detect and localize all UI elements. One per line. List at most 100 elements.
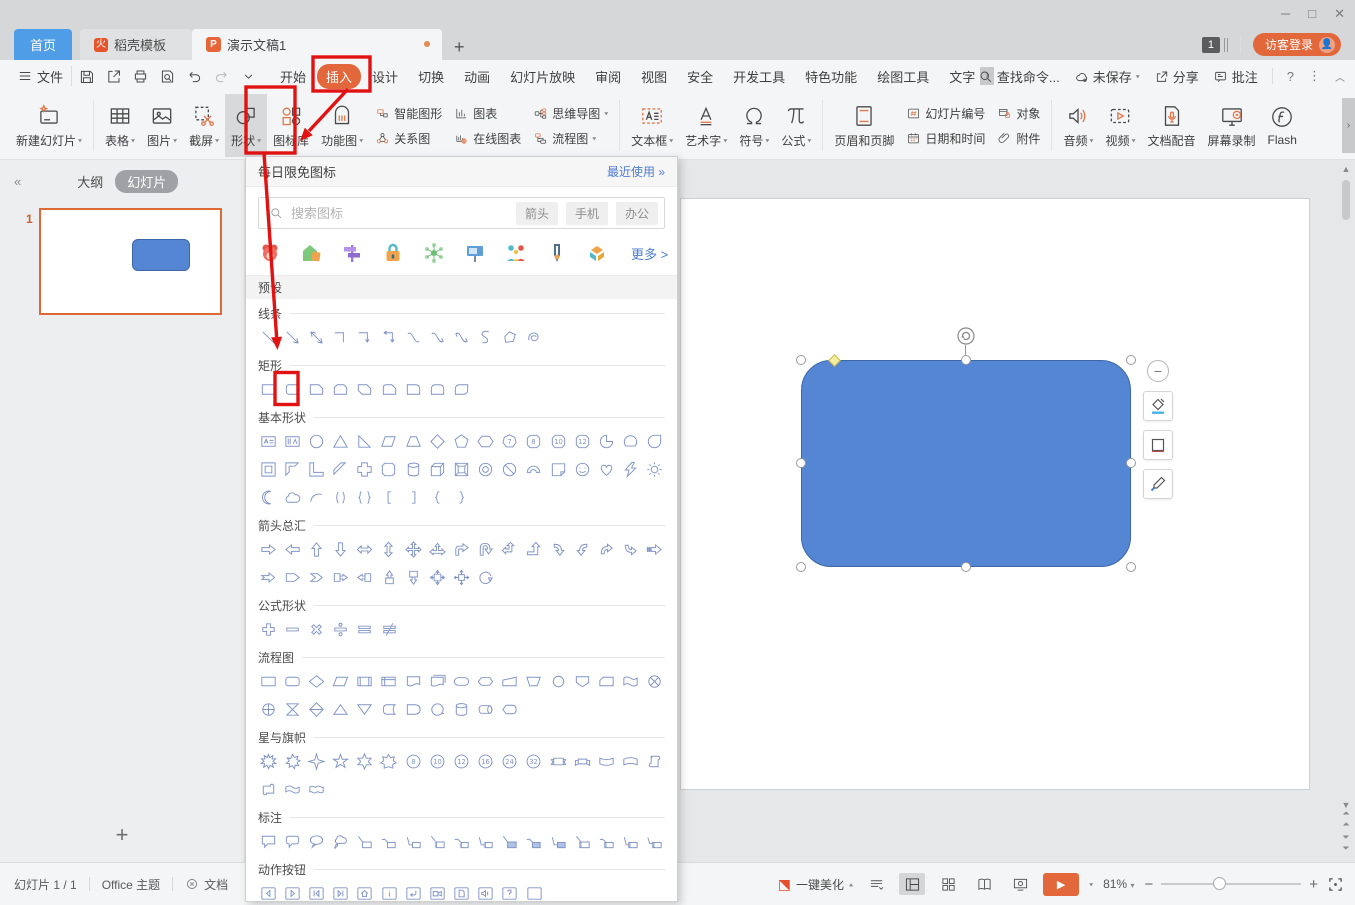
shape-plus[interactable] <box>256 617 280 641</box>
shape-style-button[interactable] <box>1143 391 1173 421</box>
guest-login-button[interactable]: 访客登录 👤 <box>1252 33 1341 56</box>
shape-ribbon-2[interactable] <box>570 749 594 773</box>
shape-burst-2[interactable] <box>280 749 304 773</box>
shape-plaque[interactable] <box>377 457 401 481</box>
shape-diamond[interactable] <box>425 429 449 453</box>
shape-co-line-1[interactable] <box>353 829 377 853</box>
shape-arrow-curved-left[interactable] <box>570 537 594 561</box>
shape-fc-merge[interactable] <box>353 697 377 721</box>
normal-view-button[interactable] <box>899 873 926 895</box>
handle-bottom-left[interactable] <box>796 562 806 572</box>
ribbon-button-音频[interactable]: 音频 ▾ <box>1057 94 1099 157</box>
shape-fc-manual-op[interactable] <box>522 669 546 693</box>
shape-arrow-lru[interactable] <box>425 537 449 561</box>
collapse-ribbon-button[interactable]: ︿ <box>1335 69 1345 84</box>
zoom-knob[interactable] <box>1213 877 1227 890</box>
shape-scroll-h[interactable] <box>256 777 280 801</box>
shape-fc-process[interactable] <box>256 669 280 693</box>
slide-canvas[interactable] <box>680 198 1310 790</box>
slide-thumbnail[interactable] <box>38 208 222 315</box>
billboard-icon[interactable] <box>463 241 487 265</box>
shape-arrow[interactable] <box>280 325 304 349</box>
shape-arrow-striped[interactable] <box>643 537 667 561</box>
shape-double-wave[interactable] <box>304 777 328 801</box>
handle-mid-left[interactable] <box>796 458 806 468</box>
shape-arrow-bent-up[interactable] <box>522 537 546 561</box>
shape-seal-32[interactable]: 32 <box>522 749 546 773</box>
ribbon-button-截屏[interactable]: 截屏 ▾ <box>183 94 225 157</box>
shape-co-border-2[interactable] <box>522 829 546 853</box>
shape-line[interactable] <box>256 325 280 349</box>
shape-elbow-arrow[interactable] <box>353 325 377 349</box>
shape-fc-preparation[interactable] <box>474 669 498 693</box>
ribbon-button-图标库[interactable]: 图标库 <box>267 94 315 157</box>
ribbon-button-智能图形[interactable]: 智能图形 <box>375 105 442 122</box>
shape-star-5[interactable] <box>329 749 353 773</box>
presenter-view-button[interactable] <box>1007 873 1033 895</box>
file-menu-button[interactable]: 文件 <box>10 66 73 86</box>
shape-right-bracket[interactable] <box>401 485 425 509</box>
ribbon-button-功能图[interactable]: 功能图 ▾ <box>315 94 369 157</box>
comment-button[interactable]: 批注 <box>1213 67 1258 86</box>
shape-co-rect[interactable] <box>256 829 280 853</box>
shape-cross[interactable] <box>353 457 377 481</box>
maximize-button[interactable]: □ <box>1308 6 1316 22</box>
family-icon[interactable] <box>504 241 528 265</box>
play-options-caret[interactable]: ▾ <box>1089 880 1093 887</box>
shape-co-line-3[interactable] <box>401 829 425 853</box>
shape-corner[interactable] <box>304 457 328 481</box>
shape-co-ab-1[interactable] <box>570 829 594 853</box>
shape-textbox[interactable] <box>256 429 280 453</box>
shape-sun[interactable] <box>643 457 667 481</box>
shape-left-bracket[interactable] <box>377 485 401 509</box>
close-button[interactable]: ✕ <box>1334 6 1345 22</box>
shape-seal-24[interactable]: 24 <box>498 749 522 773</box>
reading-view-button[interactable] <box>971 873 997 895</box>
shape-freeform-closed[interactable] <box>498 325 522 349</box>
zoom-in-button[interactable]: + <box>1309 876 1318 893</box>
shape-rect[interactable] <box>256 377 280 401</box>
more-menu-button[interactable]: ⋮ <box>1308 68 1321 84</box>
shape-ab-info[interactable] <box>377 881 401 901</box>
shape-co-ab-4[interactable] <box>643 829 667 853</box>
shape-minus[interactable] <box>280 617 304 641</box>
menu-tab-动画[interactable]: 动画 <box>455 64 499 89</box>
shape-curve-double-arrow[interactable] <box>450 325 474 349</box>
shape-fc-manual-input[interactable] <box>498 669 522 693</box>
help-button[interactable]: ? <box>1287 69 1294 84</box>
shape-co-ab-3[interactable] <box>619 829 643 853</box>
shape-ab-back[interactable] <box>256 881 280 901</box>
shape-multiply[interactable] <box>304 617 328 641</box>
change-shape-button[interactable] <box>1143 430 1173 460</box>
shape-round-2-diag[interactable] <box>450 377 474 401</box>
slides-tab[interactable]: 幻灯片 <box>115 169 179 193</box>
shape-fc-sum[interactable] <box>643 669 667 693</box>
shape-heptagon[interactable]: 7 <box>498 429 522 453</box>
ribbon-button-文档配音[interactable]: 文档配音 <box>1142 94 1202 157</box>
shape-curve-arrow[interactable] <box>425 325 449 349</box>
fit-slide-button[interactable] <box>1328 877 1343 892</box>
shape-bevel[interactable] <box>449 457 473 481</box>
shape-curve[interactable] <box>401 325 425 349</box>
icon-search-input[interactable] <box>291 205 508 221</box>
shape-chord[interactable] <box>619 429 643 453</box>
shape-fc-internal[interactable] <box>377 669 401 693</box>
handle-top-right[interactable] <box>1126 355 1136 365</box>
scrollbar-thumb[interactable] <box>1342 180 1350 220</box>
shape-snip-2-same[interactable] <box>329 377 353 401</box>
shape-lightning[interactable] <box>619 457 643 481</box>
shape-ab-sound[interactable] <box>474 881 498 901</box>
shape-co-accent-3[interactable] <box>474 829 498 853</box>
vertical-scrollbar[interactable]: ▲ ▼ ⏶ ⏶ ⏷ ⏷ <box>1339 164 1353 854</box>
recently-used-link[interactable]: 最近使用 » <box>607 163 665 180</box>
ribbon-button-页眉和页脚[interactable]: 页眉和页脚 <box>828 94 900 157</box>
shape-v-textbox[interactable] <box>280 429 304 453</box>
shape-arrow-curved-down[interactable] <box>619 537 643 561</box>
shape-star-7[interactable] <box>377 749 401 773</box>
shape-decagon[interactable]: 10 <box>546 429 570 453</box>
shape-frame[interactable] <box>256 457 280 481</box>
shape-fc-connector[interactable] <box>546 669 570 693</box>
minimize-button[interactable]: ─ <box>1281 6 1290 22</box>
shape-heart[interactable] <box>594 457 618 481</box>
shape-elbow[interactable] <box>329 325 353 349</box>
